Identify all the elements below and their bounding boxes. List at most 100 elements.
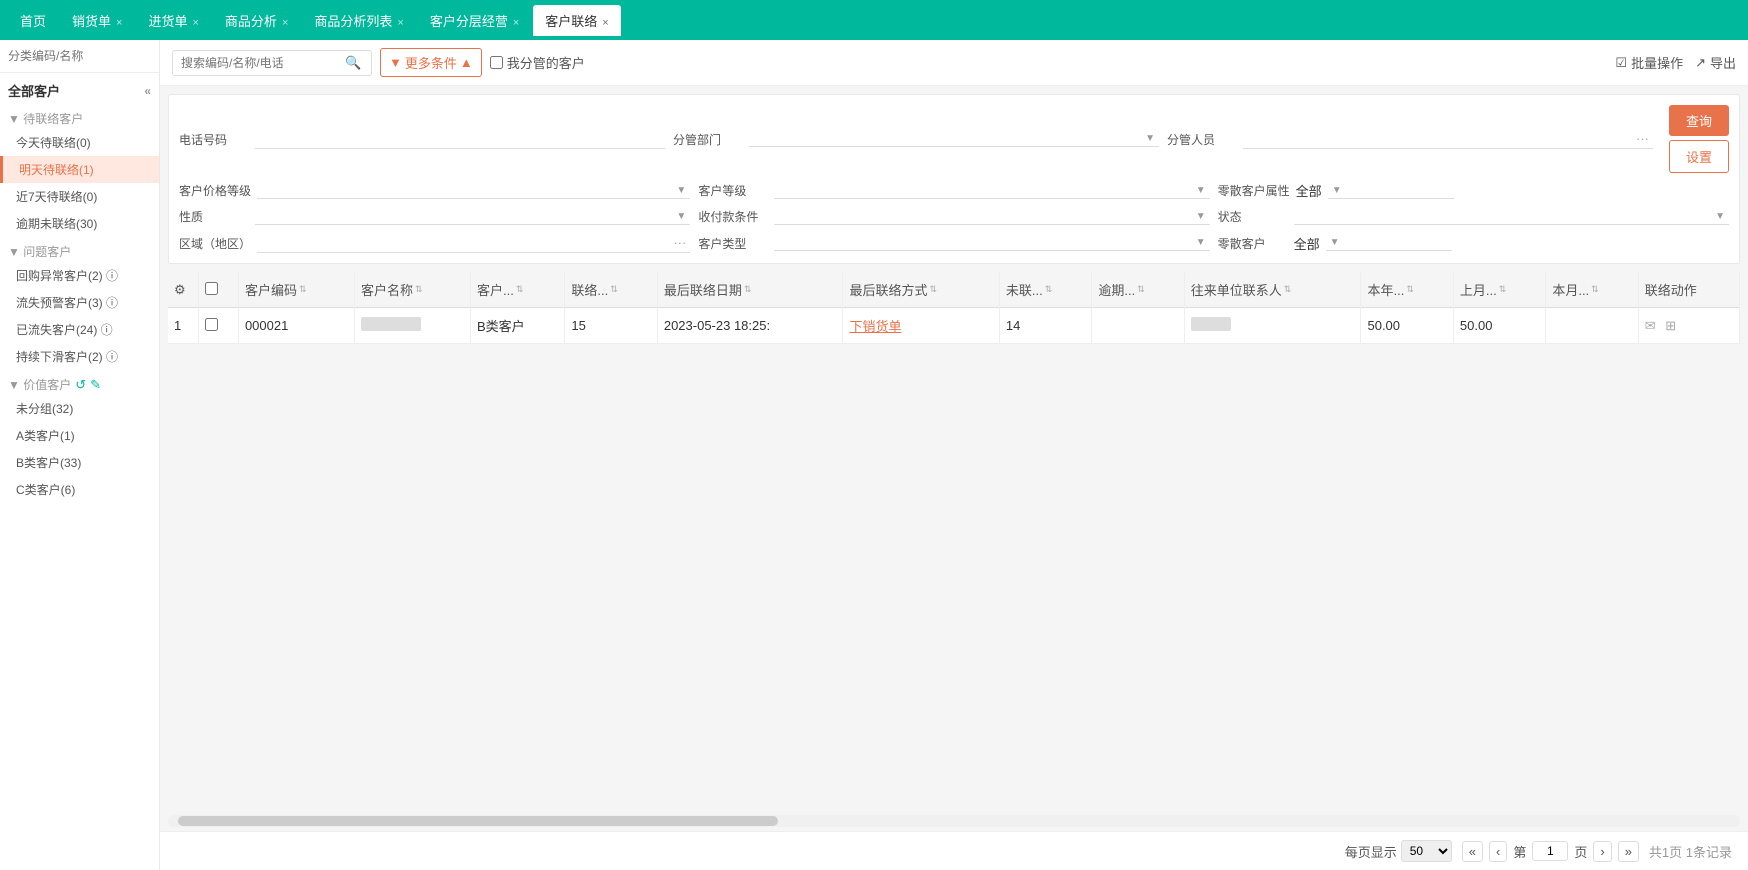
action-icon-1[interactable]: ✉ (1645, 318, 1656, 333)
close-icon[interactable]: × (513, 17, 519, 29)
collapse-icon[interactable]: « (144, 84, 151, 98)
bulk-action-btn[interactable]: ☑ 批量操作 (1615, 53, 1683, 72)
search-input[interactable] (181, 56, 341, 70)
query-btn[interactable]: 查询 (1669, 105, 1729, 136)
all-customers-header[interactable]: 全部客户 « (0, 73, 159, 104)
cell-this-year: 50.00 (1361, 308, 1453, 344)
filter-payment-label: 收付款条件 (698, 208, 768, 225)
action-icon-2[interactable]: ⊞ (1665, 318, 1676, 333)
close-icon[interactable]: × (397, 17, 403, 29)
cell-code: 000021 (238, 308, 354, 344)
filter-manager-select[interactable]: ··· (1243, 129, 1653, 149)
select-all-checkbox[interactable] (205, 282, 218, 295)
horizontal-scrollbar[interactable] (168, 815, 1740, 827)
filter-row-3: 性质 ▼ 收付款条件 ▼ 状态 ▼ (179, 208, 1729, 225)
cell-type: B类客户 (471, 308, 565, 344)
footer: 每页显示 50 100 200 « ‹ 第 页 › » 共1页 1条记录 (160, 831, 1748, 870)
col-contact[interactable]: 联络...⇅ (565, 272, 657, 308)
filter-status-label: 状态 (1218, 208, 1288, 225)
sidebar-item-abnormal-repurchase[interactable]: 回购异常客户(2) ⓘ (0, 262, 159, 289)
row-checkbox[interactable] (205, 318, 218, 331)
nav-product-analysis[interactable]: 商品分析× (213, 5, 300, 36)
filter-retail-attr: 零散客户属性 全部 ▼ (1218, 181, 1729, 200)
filter-grade: 客户等级 ▼ (698, 182, 1209, 199)
filter-grade-select[interactable]: ▼ (774, 183, 1209, 199)
customer-table: ⚙ 客户编码⇅ 客户名称⇅ 客户...⇅ 联络...⇅ 最后联络日期⇅ 最后联络… (168, 272, 1740, 344)
filter-retail-attr-label: 零散客户属性 (1218, 182, 1290, 199)
set-btn[interactable]: 设置 (1669, 140, 1729, 173)
filter-region-select[interactable]: ··· (257, 233, 690, 253)
export-btn[interactable]: ↗ 导出 (1695, 53, 1736, 72)
sidebar-item-class-a[interactable]: A类客户(1) (0, 422, 159, 449)
col-unit-contact[interactable]: 往来单位联系人⇅ (1184, 272, 1361, 308)
all-customers-label: 全部客户 (8, 81, 60, 100)
sidebar-item-churned[interactable]: 已流失客户(24) ⓘ (0, 316, 159, 343)
filter-retail-customer-select[interactable]: ▼ (1326, 235, 1453, 251)
sidebar-item-class-b[interactable]: B类客户(33) (0, 449, 159, 476)
filter-region-label: 区域（地区） (179, 235, 251, 252)
cell-last-method[interactable]: 下销货单 (843, 308, 999, 344)
filter-retail-attr-select[interactable]: ▼ (1328, 183, 1454, 199)
filter-customer-type-select[interactable]: ▼ (774, 235, 1209, 251)
search-icon[interactable]: 🔍 (345, 55, 361, 71)
nav-purchase[interactable]: 进货单× (136, 5, 210, 36)
close-icon[interactable]: × (282, 17, 288, 29)
prev-page-btn[interactable]: ‹ (1489, 841, 1507, 862)
col-name[interactable]: 客户名称⇅ (354, 272, 470, 308)
sidebar-item-class-c[interactable]: C类客户(6) (0, 476, 159, 503)
scrollbar-thumb[interactable] (178, 816, 778, 826)
sidebar-search-input[interactable] (8, 49, 160, 63)
nav-product-analysis-list[interactable]: 商品分析列表× (302, 5, 415, 36)
cell-checkbox[interactable] (198, 308, 238, 344)
more-filter-btn[interactable]: ▼ 更多条件 ▲ (380, 48, 482, 77)
last-page-btn[interactable]: » (1618, 841, 1639, 862)
chevron-down-icon: ▼ (1196, 185, 1206, 196)
col-type[interactable]: 客户...⇅ (471, 272, 565, 308)
filter-payment-select[interactable]: ▼ (774, 209, 1209, 225)
col-settings[interactable]: ⚙ (168, 272, 198, 308)
close-icon[interactable]: × (192, 17, 198, 29)
filter-phone-input[interactable] (255, 130, 665, 149)
my-customers-checkbox-group: 我分管的客户 (490, 53, 585, 72)
nav-customer-contact[interactable]: 客户联络× (533, 5, 620, 36)
total-label: 共1页 1条记录 (1649, 842, 1732, 861)
filter-customer-type: 客户类型 ▼ (698, 235, 1209, 252)
sidebar-item-overdue-contact[interactable]: 逾期未联络(30) (0, 210, 159, 237)
next-page-btn[interactable]: › (1593, 841, 1611, 862)
filter-gender-select[interactable]: ▼ (255, 209, 690, 225)
nav-sales[interactable]: 销货单× (60, 5, 134, 36)
col-last-month[interactable]: 上月...⇅ (1453, 272, 1545, 308)
col-this-year[interactable]: 本年...⇅ (1361, 272, 1453, 308)
col-last-date[interactable]: 最后联络日期⇅ (657, 272, 843, 308)
cell-contact-count: 15 (565, 308, 657, 344)
sidebar-item-ungrouped[interactable]: 未分组(32) (0, 395, 159, 422)
nav-customer-tier[interactable]: 客户分层经营× (418, 5, 531, 36)
filter-level-select[interactable]: ▼ (257, 183, 690, 199)
sidebar-item-churn-warning[interactable]: 流失预警客户(3) ⓘ (0, 289, 159, 316)
close-icon[interactable]: × (116, 17, 122, 29)
first-page-btn[interactable]: « (1462, 841, 1483, 862)
col-this-month[interactable]: 本月...⇅ (1546, 272, 1638, 308)
sidebar-item-today-contact[interactable]: 今天待联络(0) (0, 129, 159, 156)
page-input[interactable] (1532, 841, 1568, 861)
filter-dept-select[interactable]: ▼ (749, 131, 1159, 147)
filter-status-select[interactable]: ▼ (1294, 209, 1729, 225)
sidebar-item-tomorrow-contact[interactable]: 明天待联络(1) (0, 156, 159, 183)
contact-method-link[interactable]: 下销货单 (849, 319, 901, 334)
sidebar-item-7days-contact[interactable]: 近7天待联络(0) (0, 183, 159, 210)
nav-home[interactable]: 首页 (8, 5, 58, 36)
col-code[interactable]: 客户编码⇅ (238, 272, 354, 308)
filter-panel: 电话号码 分管部门 ▼ 分管人员 ··· 查询 设置 (168, 94, 1740, 264)
sort-icon: ⇅ (1591, 284, 1599, 295)
table-area: ⚙ 客户编码⇅ 客户名称⇅ 客户...⇅ 联络...⇅ 最后联络日期⇅ 最后联络… (168, 272, 1740, 811)
col-checkbox[interactable] (198, 272, 238, 308)
col-overdue[interactable]: 逾期...⇅ (1092, 272, 1184, 308)
col-last-method[interactable]: 最后联络方式⇅ (843, 272, 999, 308)
page-unit: 页 (1574, 842, 1587, 861)
close-icon[interactable]: × (602, 17, 608, 29)
per-page-select[interactable]: 50 100 200 (1401, 840, 1452, 862)
col-no-contact[interactable]: 未联...⇅ (999, 272, 1091, 308)
my-customers-checkbox[interactable] (490, 56, 503, 69)
cell-actions: ✉ ⊞ (1638, 308, 1739, 344)
sidebar-item-declining[interactable]: 持续下滑客户(2) ⓘ (0, 343, 159, 370)
